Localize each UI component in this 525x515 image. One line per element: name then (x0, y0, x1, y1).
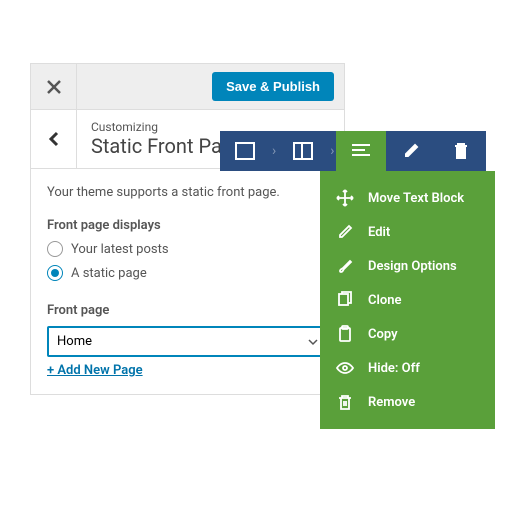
menu-edit[interactable]: Edit (320, 215, 495, 249)
close-button[interactable] (31, 64, 77, 109)
front-page-select[interactable]: Home (47, 326, 328, 357)
menu-label: Clone (368, 293, 402, 308)
move-icon (336, 189, 354, 207)
pencil-icon (402, 142, 420, 160)
menu-label: Remove (368, 395, 415, 410)
menu-label: Edit (368, 225, 390, 240)
back-button[interactable] (31, 110, 77, 168)
front-page-label: Front page (47, 303, 328, 318)
eye-icon (336, 359, 354, 377)
radio-icon-checked (47, 265, 63, 281)
menu-remove[interactable]: Remove (320, 385, 495, 419)
chevron-left-icon (48, 131, 60, 147)
text-align-icon (351, 143, 371, 159)
edit-tool-button[interactable] (386, 131, 436, 171)
description-text: Your theme supports a static front page. (47, 185, 328, 200)
text-align-button[interactable] (336, 131, 386, 171)
delete-tool-button[interactable] (436, 131, 486, 171)
header-spacer (77, 64, 212, 109)
menu-design[interactable]: Design Options (320, 249, 495, 283)
brush-icon (336, 257, 354, 275)
panel-header: Save & Publish (31, 64, 344, 110)
select-value: Home (57, 334, 92, 349)
menu-hide[interactable]: Hide: Off (320, 351, 495, 385)
element-toolbar: › › (220, 131, 486, 171)
context-menu: Move Text Block Edit Design Options Clon… (320, 171, 495, 429)
clone-icon (336, 291, 354, 309)
trash-icon (336, 393, 354, 411)
radio-label: Your latest posts (71, 242, 169, 257)
menu-move[interactable]: Move Text Block (320, 181, 495, 215)
pencil-icon (336, 223, 354, 241)
copy-icon (336, 325, 354, 343)
toolbar-separator: › (328, 143, 336, 159)
column-split-icon (293, 142, 313, 160)
radio-latest-posts[interactable]: Your latest posts (47, 241, 328, 257)
trash-icon (453, 142, 469, 160)
close-icon (47, 80, 61, 94)
save-publish-button[interactable]: Save & Publish (212, 72, 334, 101)
column-two-button[interactable] (278, 131, 328, 171)
add-new-page-link[interactable]: + Add New Page (47, 363, 143, 378)
menu-label: Copy (368, 327, 398, 342)
chevron-down-icon (308, 337, 318, 347)
displays-label: Front page displays (47, 218, 328, 233)
customizer-panel: Save & Publish Customizing Static Front … (30, 63, 345, 395)
menu-copy[interactable]: Copy (320, 317, 495, 351)
column-one-button[interactable] (220, 131, 270, 171)
panel-body: Your theme supports a static front page.… (31, 169, 344, 394)
menu-clone[interactable]: Clone (320, 283, 495, 317)
menu-label: Move Text Block (368, 191, 464, 206)
radio-label: A static page (71, 266, 147, 281)
radio-static-page[interactable]: A static page (47, 265, 328, 281)
column-single-icon (235, 142, 255, 160)
menu-label: Hide: Off (368, 361, 420, 376)
menu-label: Design Options (368, 259, 457, 274)
toolbar-separator: › (270, 143, 278, 159)
radio-icon (47, 241, 63, 257)
